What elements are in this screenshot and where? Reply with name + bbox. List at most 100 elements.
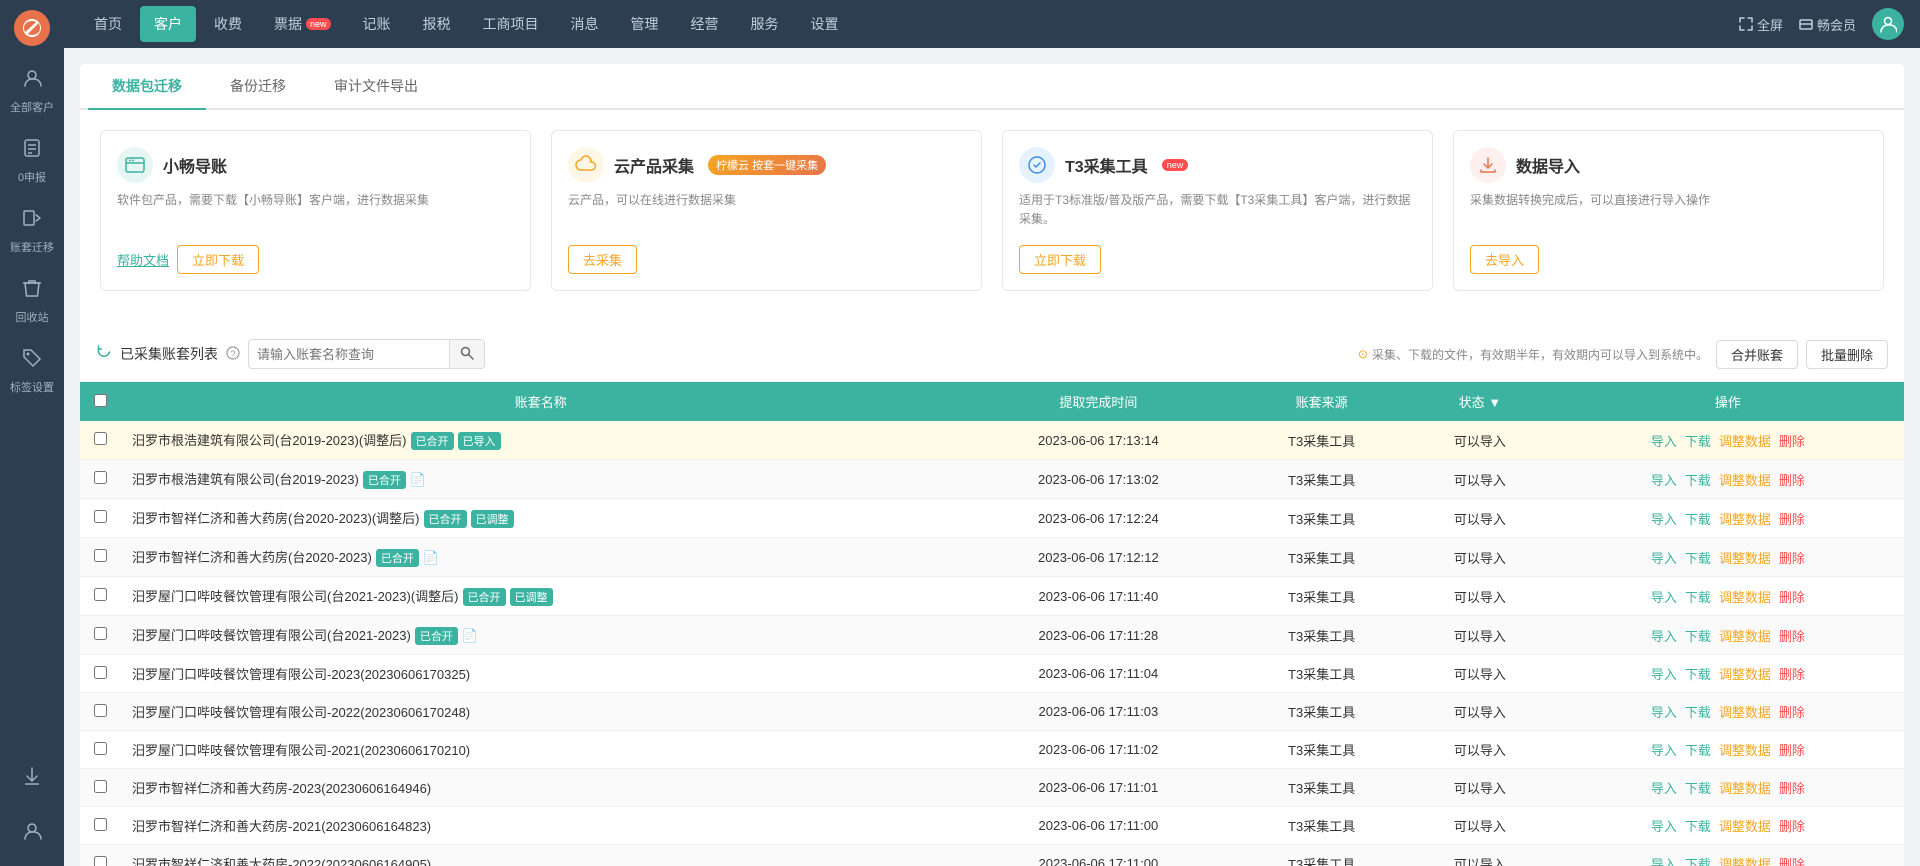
row-action-下载[interactable]: 下载 (1685, 819, 1711, 834)
row-action-删除[interactable]: 删除 (1779, 705, 1805, 720)
row-action-删除[interactable]: 删除 (1779, 551, 1805, 566)
row-checkbox[interactable] (94, 780, 107, 793)
row-action-导入[interactable]: 导入 (1651, 743, 1677, 758)
row-action-导入[interactable]: 导入 (1651, 473, 1677, 488)
row-action-删除[interactable]: 删除 (1779, 857, 1805, 866)
tab-audit-export[interactable]: 审计文件导出 (310, 64, 442, 108)
row-checkbox[interactable] (94, 588, 107, 601)
row-action-下载[interactable]: 下载 (1685, 629, 1711, 644)
row-action-下载[interactable]: 下载 (1685, 667, 1711, 682)
row-checkbox[interactable] (94, 818, 107, 831)
row-action-删除[interactable]: 删除 (1779, 743, 1805, 758)
nav-service[interactable]: 服务 (737, 6, 793, 42)
row-action-导入[interactable]: 导入 (1651, 629, 1677, 644)
nav-clients[interactable]: 客户 (140, 6, 196, 42)
row-action-调整数据[interactable]: 调整数据 (1719, 512, 1771, 527)
t3-download-btn[interactable]: 立即下载 (1019, 245, 1101, 274)
row-action-删除[interactable]: 删除 (1779, 473, 1805, 488)
row-action-下载[interactable]: 下载 (1685, 705, 1711, 720)
row-action-删除[interactable]: 删除 (1779, 667, 1805, 682)
help-icon[interactable]: ? (226, 346, 240, 363)
sidebar-download[interactable] (0, 751, 64, 801)
row-action-调整数据[interactable]: 调整数据 (1719, 819, 1771, 834)
row-action-导入[interactable]: 导入 (1651, 551, 1677, 566)
nav-business[interactable]: 工商项目 (469, 6, 553, 42)
row-action-调整数据[interactable]: 调整数据 (1719, 473, 1771, 488)
row-checkbox[interactable] (94, 432, 107, 445)
row-action-删除[interactable]: 删除 (1779, 590, 1805, 605)
sidebar-user[interactable] (0, 806, 64, 856)
sidebar-item-account-migrate[interactable]: 账套迁移 (0, 196, 64, 266)
sidebar-item-zero-report[interactable]: 0申报 (0, 126, 64, 196)
row-action-删除[interactable]: 删除 (1779, 629, 1805, 644)
file-icon[interactable]: 📄 (419, 550, 439, 565)
refresh-icon[interactable] (96, 344, 112, 365)
xiaochang-download-btn[interactable]: 立即下载 (177, 245, 259, 274)
row-action-删除[interactable]: 删除 (1779, 512, 1805, 527)
tab-backup-migration[interactable]: 备份迁移 (206, 64, 310, 108)
import-goto-btn[interactable]: 去导入 (1470, 245, 1539, 274)
row-action-调整数据[interactable]: 调整数据 (1719, 781, 1771, 796)
tab-data-migration[interactable]: 数据包迁移 (88, 64, 206, 108)
row-action-调整数据[interactable]: 调整数据 (1719, 590, 1771, 605)
row-action-下载[interactable]: 下载 (1685, 590, 1711, 605)
nav-messages[interactable]: 消息 (557, 6, 613, 42)
nav-invoice[interactable]: 票据 new (260, 6, 345, 42)
search-input[interactable] (249, 347, 449, 362)
search-button[interactable] (449, 340, 484, 368)
row-action-导入[interactable]: 导入 (1651, 819, 1677, 834)
row-checkbox[interactable] (94, 856, 107, 866)
row-action-导入[interactable]: 导入 (1651, 667, 1677, 682)
nav-operations[interactable]: 经营 (677, 6, 733, 42)
row-checkbox[interactable] (94, 471, 107, 484)
row-action-下载[interactable]: 下载 (1685, 743, 1711, 758)
select-all-checkbox[interactable] (94, 394, 107, 407)
nav-bookkeeping[interactable]: 记账 (349, 6, 405, 42)
row-checkbox[interactable] (94, 510, 107, 523)
merge-accounts-btn[interactable]: 合并账套 (1716, 340, 1798, 369)
member-btn[interactable]: 畅会员 (1799, 15, 1856, 34)
cloud-collect-btn[interactable]: 去采集 (568, 245, 637, 274)
row-action-下载[interactable]: 下载 (1685, 781, 1711, 796)
row-action-导入[interactable]: 导入 (1651, 590, 1677, 605)
row-action-导入[interactable]: 导入 (1651, 705, 1677, 720)
row-action-删除[interactable]: 删除 (1779, 781, 1805, 796)
row-action-删除[interactable]: 删除 (1779, 434, 1805, 449)
nav-home[interactable]: 首页 (80, 6, 136, 42)
nav-settings[interactable]: 设置 (797, 6, 853, 42)
row-action-下载[interactable]: 下载 (1685, 512, 1711, 527)
row-action-调整数据[interactable]: 调整数据 (1719, 743, 1771, 758)
col-checkbox[interactable] (80, 382, 120, 421)
nav-management[interactable]: 管理 (617, 6, 673, 42)
row-checkbox[interactable] (94, 742, 107, 755)
row-action-导入[interactable]: 导入 (1651, 434, 1677, 449)
batch-delete-btn[interactable]: 批量删除 (1806, 340, 1888, 369)
row-action-下载[interactable]: 下载 (1685, 473, 1711, 488)
row-action-导入[interactable]: 导入 (1651, 857, 1677, 866)
nav-tax[interactable]: 报税 (409, 6, 465, 42)
user-avatar[interactable] (1872, 8, 1904, 40)
row-action-下载[interactable]: 下载 (1685, 434, 1711, 449)
file-icon[interactable]: 📄 (458, 628, 478, 643)
app-logo[interactable] (14, 10, 50, 46)
row-checkbox[interactable] (94, 627, 107, 640)
row-checkbox[interactable] (94, 549, 107, 562)
sidebar-item-tag-settings[interactable]: 标签设置 (0, 336, 64, 406)
row-action-下载[interactable]: 下载 (1685, 857, 1711, 866)
row-checkbox[interactable] (94, 704, 107, 717)
row-action-下载[interactable]: 下载 (1685, 551, 1711, 566)
col-status[interactable]: 状态 ▼ (1408, 382, 1552, 421)
row-action-调整数据[interactable]: 调整数据 (1719, 857, 1771, 866)
row-action-调整数据[interactable]: 调整数据 (1719, 551, 1771, 566)
row-action-导入[interactable]: 导入 (1651, 781, 1677, 796)
sidebar-item-trash[interactable]: 回收站 (0, 266, 64, 336)
row-checkbox[interactable] (94, 666, 107, 679)
fullscreen-btn[interactable]: 全屏 (1739, 15, 1783, 34)
row-action-删除[interactable]: 删除 (1779, 819, 1805, 834)
row-action-调整数据[interactable]: 调整数据 (1719, 434, 1771, 449)
nav-billing[interactable]: 收费 (200, 6, 256, 42)
row-action-调整数据[interactable]: 调整数据 (1719, 705, 1771, 720)
file-icon[interactable]: 📄 (406, 472, 426, 487)
row-action-调整数据[interactable]: 调整数据 (1719, 629, 1771, 644)
row-action-导入[interactable]: 导入 (1651, 512, 1677, 527)
